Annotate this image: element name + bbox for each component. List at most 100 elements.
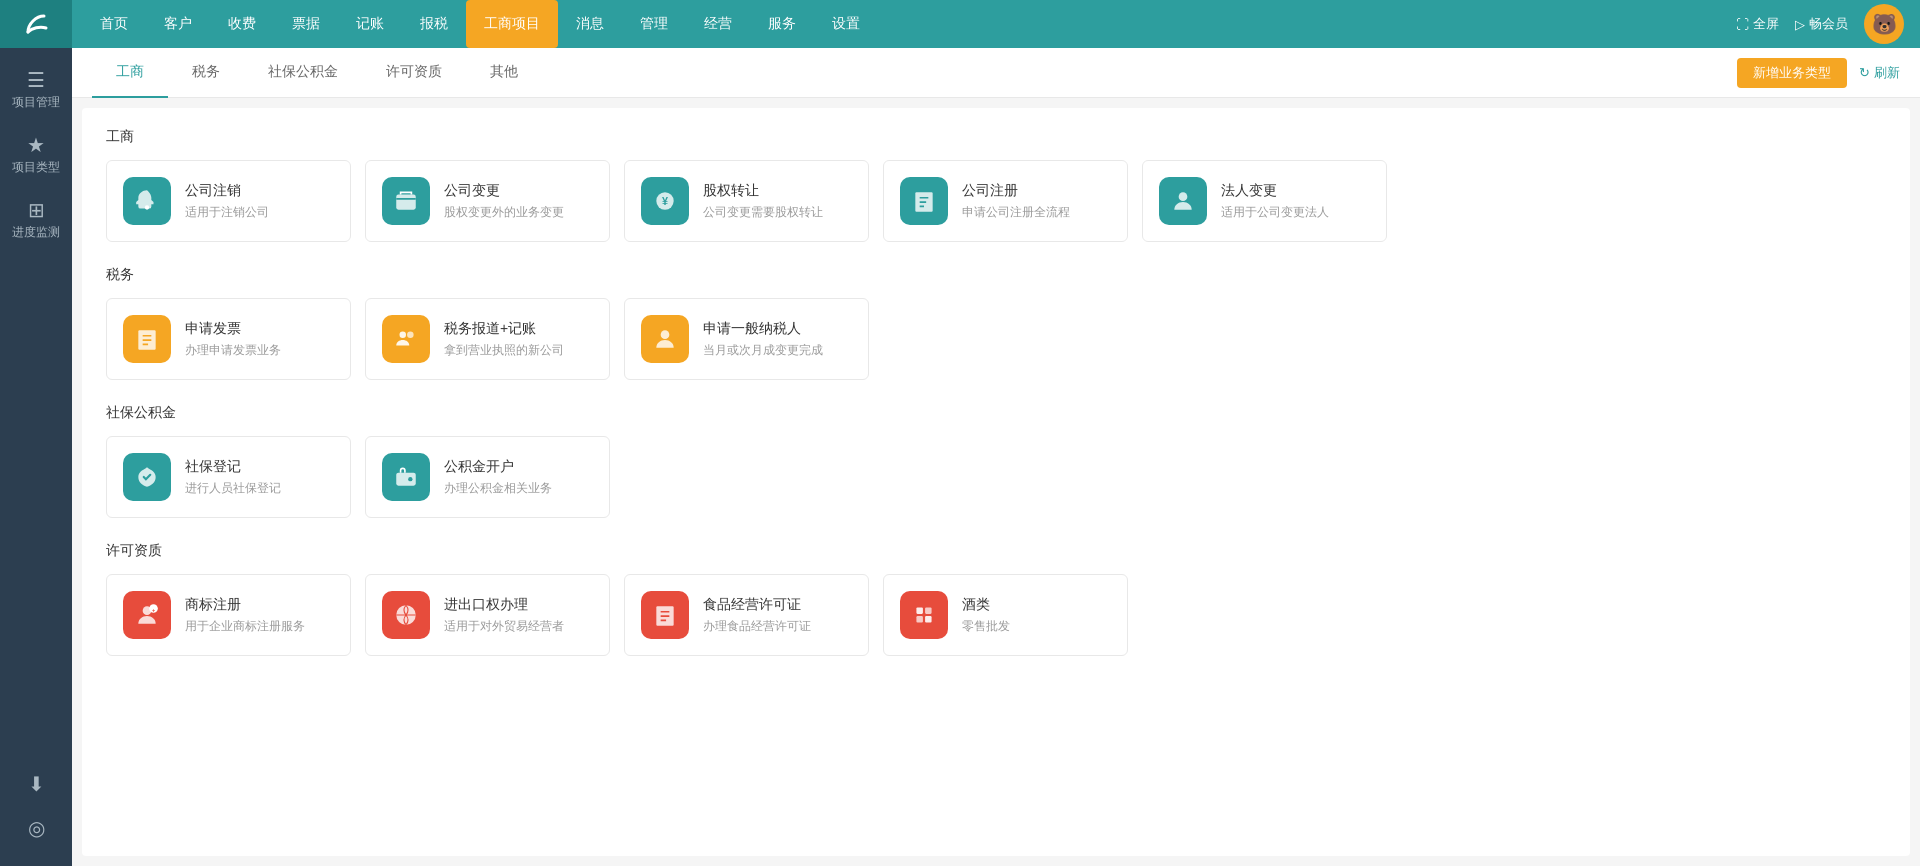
card-title-company-register: 公司注册 [962, 182, 1111, 200]
card-desc-trademark: 用于企业商标注册服务 [185, 618, 334, 635]
svg-point-7 [400, 331, 407, 338]
vip-icon: ▷ [1795, 17, 1805, 32]
tab-license[interactable]: 许可资质 [362, 48, 466, 98]
card-company-change[interactable]: 公司变更 股权变更外的业务变更 [365, 160, 610, 242]
card-food-license[interactable]: 食品经营许可证 办理食品经营许可证 [624, 574, 869, 656]
nav-home[interactable]: 首页 [82, 0, 146, 48]
fullscreen-btn[interactable]: ⛶ 全屏 [1736, 15, 1779, 33]
card-title-equity-transfer: 股权转让 [703, 182, 852, 200]
nav-bookkeeping[interactable]: 记账 [338, 0, 402, 48]
nav-right: ⛶ 全屏 ▷ 畅会员 🐻 [1736, 4, 1920, 44]
sidebar-item-help[interactable]: ◎ [0, 806, 72, 850]
tab-other[interactable]: 其他 [466, 48, 542, 98]
help-icon: ◎ [28, 818, 45, 838]
card-title-food-license: 食品经营许可证 [703, 596, 852, 614]
card-icon-import-export [382, 591, 430, 639]
nav-manage[interactable]: 管理 [622, 0, 686, 48]
grid-icon: ⊞ [28, 200, 45, 220]
sidebar-item-project-manage[interactable]: ☰ 项目管理 [0, 58, 72, 123]
card-info-company-change: 公司变更 股权变更外的业务变更 [444, 182, 593, 221]
card-icon-company-register [900, 177, 948, 225]
add-type-button[interactable]: 新增业务类型 [1737, 58, 1847, 88]
vip-label: 畅会员 [1809, 15, 1848, 33]
card-import-export[interactable]: 进出口权办理 适用于对外贸易经营者 [365, 574, 610, 656]
svg-rect-10 [396, 473, 416, 486]
nav-ticket[interactable]: 票据 [274, 0, 338, 48]
tabs-left: 工商 税务 社保公积金 许可资质 其他 [92, 48, 542, 98]
star-icon: ★ [27, 135, 45, 155]
tabs-right: 新增业务类型 ↻ 刷新 [1737, 58, 1900, 88]
card-icon-food-license [641, 591, 689, 639]
tabs-bar: 工商 税务 社保公积金 许可资质 其他 新增业务类型 ↻ 刷新 [72, 48, 1920, 98]
svg-point-0 [145, 205, 149, 209]
refresh-icon: ↻ [1859, 65, 1870, 80]
card-housing-fund[interactable]: 公积金开户 办理公积金相关业务 [365, 436, 610, 518]
fullscreen-icon: ⛶ [1736, 17, 1749, 32]
list-icon: ☰ [27, 70, 45, 90]
sidebar-label-progress-monitor: 进度监测 [12, 224, 60, 241]
card-title-legal-change: 法人变更 [1221, 182, 1370, 200]
card-social-insurance[interactable]: 社保登记 进行人员社保登记 [106, 436, 351, 518]
card-general-taxpayer[interactable]: 申请一般纳税人 当月或次月成变更完成 [624, 298, 869, 380]
scroll-content[interactable]: 工商 公司注销 适用于注销公司 [82, 108, 1910, 856]
svg-text:¥: ¥ [662, 195, 668, 207]
refresh-label: 刷新 [1874, 64, 1900, 82]
card-desc-liquor: 零售批发 [962, 618, 1111, 635]
svg-rect-20 [925, 616, 932, 623]
mascot-avatar[interactable]: 🐻 [1864, 4, 1904, 44]
nav-settings[interactable]: 设置 [814, 0, 878, 48]
card-desc-equity-transfer: 公司变更需要股权转让 [703, 204, 852, 221]
section-title-tax: 税务 [106, 266, 1886, 284]
card-title-social-insurance: 社保登记 [185, 458, 334, 476]
card-icon-company-cancel [123, 177, 171, 225]
card-title-company-change: 公司变更 [444, 182, 593, 200]
card-equity-transfer[interactable]: ¥ 股权转让 公司变更需要股权转让 [624, 160, 869, 242]
card-title-housing-fund: 公积金开户 [444, 458, 593, 476]
content-area: 工商 税务 社保公积金 许可资质 其他 新增业务类型 ↻ 刷新 工商 [72, 48, 1920, 866]
nav-service[interactable]: 服务 [750, 0, 814, 48]
nav-business-project[interactable]: 工商项目 [466, 0, 558, 48]
nav-fee[interactable]: 收费 [210, 0, 274, 48]
tab-tax[interactable]: 税务 [168, 48, 244, 98]
svg-rect-17 [916, 607, 923, 614]
sidebar: ☰ 项目管理 ★ 项目类型 ⊞ 进度监测 ⬇ ◎ [0, 48, 72, 866]
card-info-company-cancel: 公司注销 适用于注销公司 [185, 182, 334, 221]
svg-point-8 [407, 331, 414, 338]
card-liquor[interactable]: 酒类 零售批发 [883, 574, 1128, 656]
nav-message[interactable]: 消息 [558, 0, 622, 48]
nav-client[interactable]: 客户 [146, 0, 210, 48]
sidebar-label-project-type: 项目类型 [12, 159, 60, 176]
sidebar-bottom: ⬇ ◎ [0, 762, 72, 866]
card-desc-housing-fund: 办理公积金相关业务 [444, 480, 593, 497]
tab-business[interactable]: 工商 [92, 48, 168, 98]
card-apply-invoice[interactable]: 申请发票 办理申请发票业务 [106, 298, 351, 380]
card-title-company-cancel: 公司注销 [185, 182, 334, 200]
card-info-company-register: 公司注册 申请公司注册全流程 [962, 182, 1111, 221]
refresh-button[interactable]: ↻ 刷新 [1859, 64, 1900, 82]
nav-tax-report[interactable]: 报税 [402, 0, 466, 48]
sidebar-item-progress-monitor[interactable]: ⊞ 进度监测 [0, 188, 72, 253]
card-icon-apply-invoice [123, 315, 171, 363]
sidebar-item-download[interactable]: ⬇ [0, 762, 72, 806]
card-info-housing-fund: 公积金开户 办理公积金相关业务 [444, 458, 593, 497]
vip-btn[interactable]: ▷ 畅会员 [1795, 15, 1848, 33]
svg-rect-18 [925, 607, 932, 614]
nav-operation[interactable]: 经营 [686, 0, 750, 48]
card-info-social-insurance: 社保登记 进行人员社保登记 [185, 458, 334, 497]
card-trademark[interactable]: + 商标注册 用于企业商标注册服务 [106, 574, 351, 656]
card-legal-change[interactable]: 法人变更 适用于公司变更法人 [1142, 160, 1387, 242]
card-icon-tax-bookkeeping [382, 315, 430, 363]
svg-text:+: + [152, 607, 155, 613]
card-desc-social-insurance: 进行人员社保登记 [185, 480, 334, 497]
logo[interactable] [0, 0, 72, 48]
tab-social-security[interactable]: 社保公积金 [244, 48, 362, 98]
svg-point-5 [1179, 192, 1188, 201]
card-tax-bookkeeping[interactable]: 税务报道+记账 拿到营业执照的新公司 [365, 298, 610, 380]
cards-grid-business: 公司注销 适用于注销公司 公司变更 股权变更外的业务变更 [106, 160, 1886, 242]
sidebar-item-project-type[interactable]: ★ 项目类型 [0, 123, 72, 188]
card-company-register[interactable]: 公司注册 申请公司注册全流程 [883, 160, 1128, 242]
card-company-cancel[interactable]: 公司注销 适用于注销公司 [106, 160, 351, 242]
card-icon-trademark: + [123, 591, 171, 639]
section-title-license: 许可资质 [106, 542, 1886, 560]
card-desc-legal-change: 适用于公司变更法人 [1221, 204, 1370, 221]
